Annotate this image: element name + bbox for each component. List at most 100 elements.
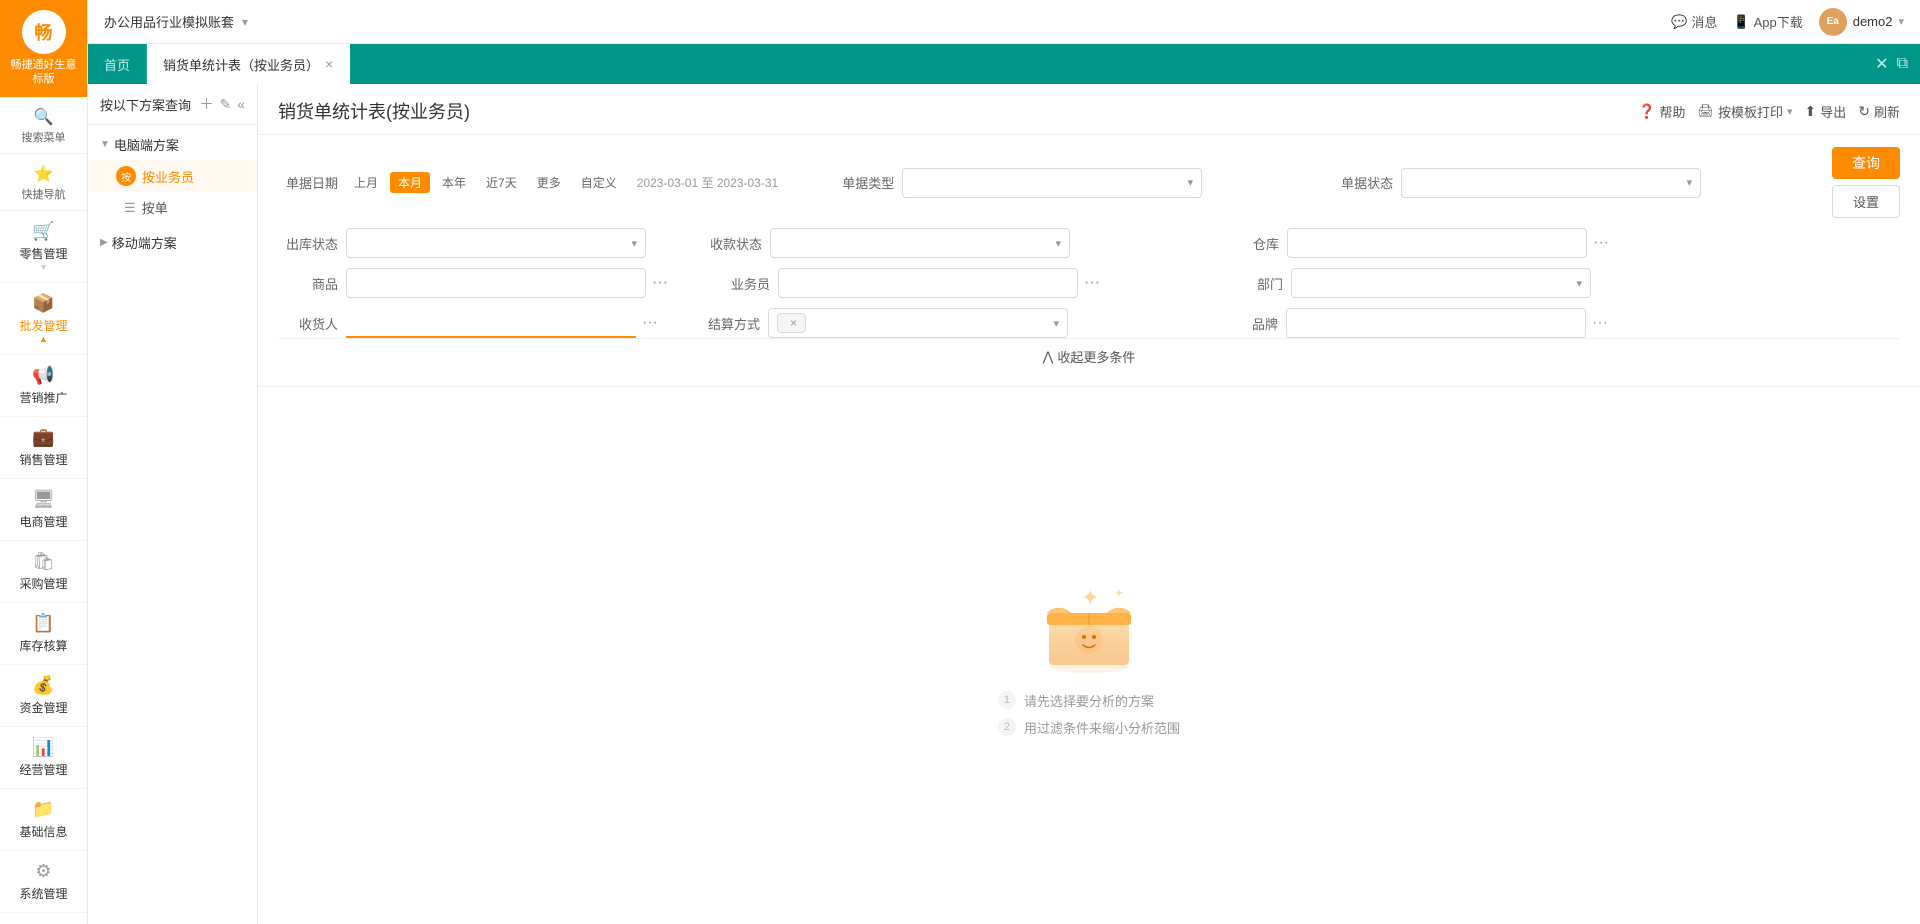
pc-scheme-arrow: ▼ xyxy=(100,139,110,150)
tab-home[interactable]: 首页 xyxy=(88,44,147,84)
left-panel-header: 按以下方案查询 ＋ ✎ « xyxy=(88,84,257,125)
help-button[interactable]: ❓ 帮助 xyxy=(1638,102,1685,121)
topbar: 办公用品行业模拟账套 ▾ 💬 消息 📱 App下载 Ea demo2 ▾ xyxy=(88,0,1920,44)
out-status-select[interactable]: ▾ xyxy=(346,228,646,258)
query-button[interactable]: 查询 xyxy=(1832,147,1900,179)
sidebar-item-finance[interactable]: 💰 资金管理 xyxy=(0,665,87,727)
topbar-right: 💬 消息 📱 App下载 Ea demo2 ▾ xyxy=(1671,8,1904,36)
sidebar-shortcut-label: 快捷导航 xyxy=(22,186,66,202)
empty-tip-2-text: 用过滤条件来缩小分析范围 xyxy=(1024,718,1180,737)
message-icon: 💬 xyxy=(1671,14,1687,30)
page-title: 销货单统计表(按业务员) xyxy=(278,98,470,124)
settlement-arrow: ▾ xyxy=(1053,317,1059,330)
sidebar-item-basic[interactable]: 📁 基础信息 xyxy=(0,789,87,851)
refresh-button[interactable]: ↻ 刷新 xyxy=(1858,102,1900,121)
brand-label: 品牌 xyxy=(1242,314,1278,333)
dept-arrow: ▾ xyxy=(1576,277,1582,290)
add-scheme-button[interactable]: ＋ xyxy=(199,94,213,114)
scheme-sub-item-icon: ☰ xyxy=(124,200,136,216)
date-tab-last7[interactable]: 近7天 xyxy=(478,172,525,193)
doc-type-label: 单据类型 xyxy=(838,173,894,192)
user-profile[interactable]: Ea demo2 ▾ xyxy=(1819,8,1904,36)
date-tab-this-month[interactable]: 本月 xyxy=(390,172,430,193)
date-tab-last-month[interactable]: 上月 xyxy=(346,172,386,193)
sidebar-item-purchase[interactable]: 🛍 采购管理 xyxy=(0,541,87,603)
receipt-status-arrow: ▾ xyxy=(1055,237,1061,250)
sidebar-item-system[interactable]: ⚙ 系统管理 xyxy=(0,851,87,913)
sidebar-search-item[interactable]: 🔍 搜索菜单 xyxy=(0,97,87,154)
goods-dots[interactable]: ··· xyxy=(646,274,674,292)
app-download-label: App下载 xyxy=(1754,12,1803,31)
warehouse-dots[interactable]: ··· xyxy=(1587,234,1615,252)
consignee-input[interactable] xyxy=(346,308,636,338)
scheme-item-by-staff-label: 按业务员 xyxy=(142,167,194,186)
consignee-dots[interactable]: ··· xyxy=(636,314,664,332)
scheme-sub-item-label: 按单 xyxy=(142,198,168,217)
mobile-scheme-header[interactable]: ▶ 移动端方案 xyxy=(88,227,257,258)
settlement-tag-close[interactable]: × xyxy=(790,316,797,330)
date-tab-this-year[interactable]: 本年 xyxy=(434,172,474,193)
help-label: 帮助 xyxy=(1659,102,1685,121)
receipt-status-select[interactable]: ▾ xyxy=(770,228,1070,258)
sidebar-item-retail[interactable]: 🛒 零售管理 ▼ xyxy=(0,211,87,283)
staff-label: 业务员 xyxy=(714,274,770,293)
staff-input[interactable] xyxy=(778,268,1078,298)
settlement-select[interactable]: × ▾ xyxy=(768,308,1068,338)
sidebar-item-wholesale[interactable]: 📦 批发管理 ▲ xyxy=(0,283,87,355)
export-button[interactable]: ⬆ 导出 xyxy=(1805,102,1847,121)
collapse-row[interactable]: ⋀ 收起更多条件 xyxy=(278,338,1900,374)
scheme-sub-item-by-order[interactable]: ☰ 按单 xyxy=(88,192,257,223)
doc-type-select[interactable]: ▾ xyxy=(902,168,1202,198)
sidebar-item-ecommerce[interactable]: 🖥 电商管理 xyxy=(0,479,87,541)
left-panel-actions: ＋ ✎ « xyxy=(199,94,245,114)
doc-status-filter: 单据状态 ▾ xyxy=(1337,168,1816,198)
pc-scheme-header[interactable]: ▼ 电脑端方案 xyxy=(88,129,257,160)
sidebar-item-marketing[interactable]: 📢 营销推广 xyxy=(0,355,87,417)
collapse-panel-button[interactable]: « xyxy=(237,96,245,112)
warehouse-input[interactable] xyxy=(1287,228,1587,258)
left-panel-title: 按以下方案查询 xyxy=(100,95,191,114)
doc-type-filter: 单据类型 ▾ xyxy=(838,168,1317,198)
action-buttons: 查询 设置 xyxy=(1832,147,1900,218)
tab-home-label: 首页 xyxy=(104,55,130,74)
page-actions: ❓ 帮助 🖨 按模板打印 ▾ ⬆ 导出 ↻ 刷新 xyxy=(1638,102,1900,121)
brand-dots[interactable]: ··· xyxy=(1586,314,1614,332)
pc-scheme-label: 电脑端方案 xyxy=(114,135,179,154)
receipt-status-filter: 收款状态 ▾ xyxy=(706,228,1223,258)
tab-close-button[interactable]: ✕ xyxy=(1875,54,1888,74)
page-header: 销货单统计表(按业务员) ❓ 帮助 🖨 按模板打印 ▾ ⬆ 导出 xyxy=(258,84,1920,135)
sidebar-item-sales[interactable]: 💼 销售管理 xyxy=(0,417,87,479)
sidebar-item-operation[interactable]: 📊 经营管理 xyxy=(0,727,87,789)
doc-status-select[interactable]: ▾ xyxy=(1401,168,1701,198)
settlement-label: 结算方式 xyxy=(704,314,760,333)
message-button[interactable]: 💬 消息 xyxy=(1671,12,1717,31)
settings-button[interactable]: 设置 xyxy=(1832,185,1900,218)
scheme-item-by-staff[interactable]: 按 按业务员 xyxy=(88,160,257,192)
app-download-button[interactable]: 📱 App下载 xyxy=(1733,12,1802,31)
tab-close-icon[interactable]: × xyxy=(325,57,333,71)
date-label: 单据日期 xyxy=(278,173,338,192)
empty-tips: 1 请先选择要分析的方案 2 用过滤条件来缩小分析范围 xyxy=(998,691,1180,737)
sidebar-item-enterprise[interactable]: 🤝 企业协同 xyxy=(0,913,87,924)
staff-dots[interactable]: ··· xyxy=(1078,274,1106,292)
app-logo[interactable]: 畅 畅捷通好生意 标版 xyxy=(0,0,87,97)
purchase-icon: 🛍 xyxy=(32,551,55,572)
tab-sales-stat[interactable]: 销货单统计表（按业务员） × xyxy=(147,44,350,84)
tab-restore-button[interactable]: ⧉ xyxy=(1897,55,1908,73)
goods-input[interactable] xyxy=(346,268,646,298)
brand-input[interactable] xyxy=(1286,308,1586,338)
edit-scheme-button[interactable]: ✎ xyxy=(219,96,231,113)
topbar-dropdown-icon[interactable]: ▾ xyxy=(242,15,248,29)
sidebar-shortcut-item[interactable]: ⭐ 快捷导航 xyxy=(0,154,87,211)
logo-text: 畅捷通好生意 标版 xyxy=(11,58,77,87)
print-button[interactable]: 🖨 按模板打印 ▾ xyxy=(1697,102,1792,121)
out-status-label: 出库状态 xyxy=(278,234,338,253)
date-tab-more[interactable]: 更多 xyxy=(529,172,569,193)
empty-tip-1: 1 请先选择要分析的方案 xyxy=(998,691,1180,710)
pc-scheme-group: ▼ 电脑端方案 按 按业务员 ☰ 按单 xyxy=(88,125,257,227)
filter-row-4: 收货人 ··· 结算方式 × ▾ xyxy=(278,308,1900,338)
dept-select[interactable]: ▾ xyxy=(1291,268,1591,298)
date-tab-custom[interactable]: 自定义 xyxy=(573,172,625,193)
collapse-button[interactable]: ⋀ 收起更多条件 xyxy=(1043,347,1136,366)
sidebar-item-inventory[interactable]: 📋 库存核算 xyxy=(0,603,87,665)
